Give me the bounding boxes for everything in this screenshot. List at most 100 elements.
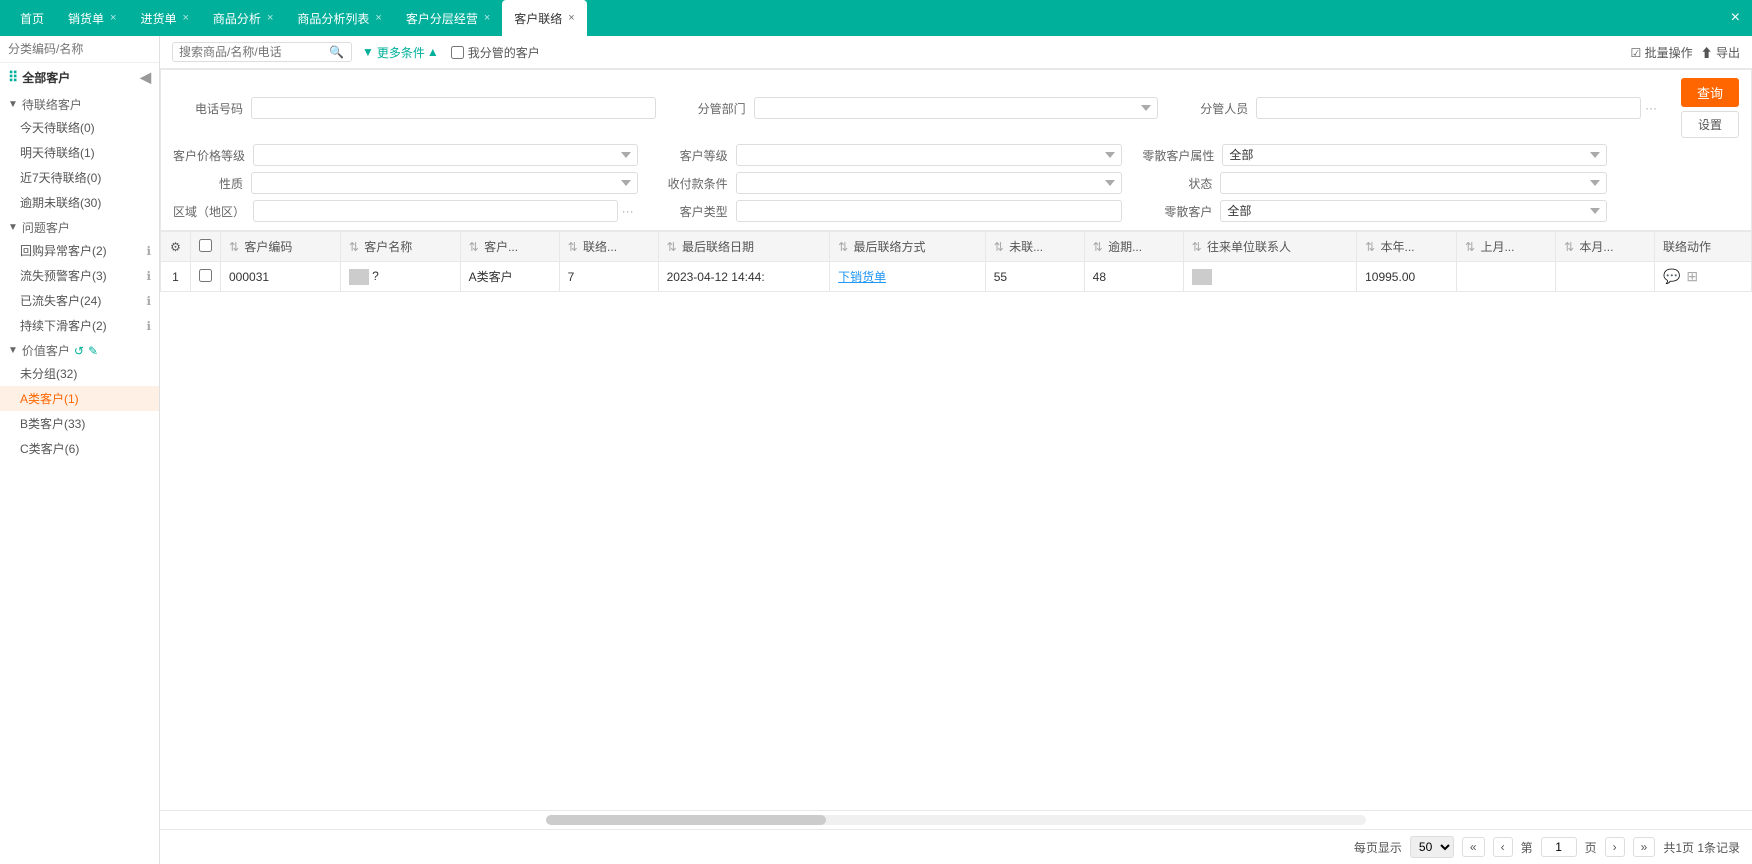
last-method-link[interactable]: 下销货单 xyxy=(838,270,886,284)
sort-tmonth-icon[interactable]: ⇅ xyxy=(1564,240,1574,254)
payment-select[interactable] xyxy=(736,172,1123,194)
page-number-input[interactable] xyxy=(1541,837,1577,857)
sidebar-item-7days[interactable]: 近7天待联络(0) xyxy=(0,165,159,190)
tab-home[interactable]: 首页 xyxy=(8,0,56,36)
close-analysis-list-tab[interactable]: × xyxy=(375,12,381,24)
query-button[interactable]: 查询 xyxy=(1681,78,1739,107)
customer-table: ⚙ ⇅ 客户编码 ⇅ 客户名称 xyxy=(160,231,1752,292)
row-checkbox[interactable] xyxy=(199,269,212,282)
refresh-icon[interactable]: ↺ xyxy=(74,344,84,358)
edit-value-icon[interactable]: ✎ xyxy=(88,344,98,358)
person-label: 分管人员 xyxy=(1178,100,1248,117)
customer-level-select[interactable] xyxy=(736,144,1123,166)
batch-ops-btn[interactable]: ☑ 批量操作 xyxy=(1631,44,1693,61)
main-search-input[interactable] xyxy=(179,45,329,59)
my-customers-checkbox[interactable]: 我分管的客户 xyxy=(451,44,540,61)
sort-contact-icon[interactable]: ⇅ xyxy=(568,240,578,254)
last-page-btn[interactable]: » xyxy=(1633,837,1656,857)
tab-analysis[interactable]: 商品分析 × xyxy=(201,0,285,36)
sort-lmonth-icon[interactable]: ⇅ xyxy=(1465,240,1475,254)
person-input[interactable] xyxy=(1256,97,1641,119)
sidebar-item-class-a[interactable]: A类客户(1) xyxy=(0,386,159,411)
dept-select[interactable] xyxy=(754,97,1159,119)
person-dots-icon[interactable]: ··· xyxy=(1641,101,1661,115)
customer-type-input[interactable] xyxy=(736,200,1123,222)
per-page-label: 每页显示 xyxy=(1354,839,1402,856)
sort-uncontacted-icon[interactable]: ⇅ xyxy=(994,240,1004,254)
collapse-sidebar-icon[interactable]: ◀ xyxy=(140,69,151,86)
content-area: 🔍 ▼ 更多条件 ▲ 我分管的客户 ☑ 批量操作 ⬆ 导出 xyxy=(160,36,1752,864)
value-arrow-icon: ▼ xyxy=(8,345,18,356)
sidebar-item-unclassified[interactable]: 未分组(32) xyxy=(0,361,159,386)
sort-name-icon[interactable]: ⇅ xyxy=(349,240,359,254)
gear-icon[interactable]: ⚙ xyxy=(170,240,181,254)
first-page-btn[interactable]: « xyxy=(1462,837,1485,857)
select-all-checkbox[interactable] xyxy=(199,239,212,252)
sort-unit-icon[interactable]: ⇅ xyxy=(1192,240,1202,254)
sort-last-date-icon[interactable]: ⇅ xyxy=(667,240,677,254)
th-this-year: ⇅ 本年... xyxy=(1357,232,1457,262)
tab-analysis-list[interactable]: 商品分析列表 × xyxy=(285,0,393,36)
window-close-button[interactable]: × xyxy=(1731,9,1740,27)
close-sales-tab[interactable]: × xyxy=(110,12,116,24)
tab-purchase[interactable]: 进货单 × xyxy=(128,0,200,36)
sidebar-item-class-c[interactable]: C类客户(6) xyxy=(0,436,159,461)
table-row: 1 000031 ? A类客户 xyxy=(161,262,1752,292)
row-action-btns: 💬 ⊞ xyxy=(1663,268,1743,285)
export-btn[interactable]: ⬆ 导出 xyxy=(1701,44,1740,61)
retail-select[interactable]: 全部 xyxy=(1220,200,1607,222)
customer-table-wrap: ⚙ ⇅ 客户编码 ⇅ 客户名称 xyxy=(160,231,1752,810)
sidebar-item-churn-warning[interactable]: 流失预警客户(3) ℹ xyxy=(0,263,159,288)
price-level-select[interactable] xyxy=(253,144,638,166)
status-select[interactable] xyxy=(1220,172,1607,194)
th-last-date: ⇅ 最后联络日期 xyxy=(658,232,830,262)
sidebar-item-churned[interactable]: 已流失客户(24) ℹ xyxy=(0,288,159,313)
qr-action-btn[interactable]: ⊞ xyxy=(1686,268,1698,285)
nature-select[interactable] xyxy=(251,172,638,194)
sort-year-icon[interactable]: ⇅ xyxy=(1365,240,1375,254)
sidebar-search-input[interactable] xyxy=(8,42,160,56)
retail-attr-filter: 零散客户属性 全部 xyxy=(1142,144,1607,166)
query-actions: 查询 设置 xyxy=(1673,78,1739,138)
per-page-select[interactable]: 50 xyxy=(1410,836,1454,858)
sort-overdue-icon[interactable]: ⇅ xyxy=(1093,240,1103,254)
sidebar-item-today[interactable]: 今天待联络(0) xyxy=(0,115,159,140)
sidebar-item-overdue[interactable]: 逾期未联络(30) xyxy=(0,190,159,215)
all-customers-header[interactable]: ⠿ 全部客户 ◀ xyxy=(0,63,159,92)
sidebar-item-class-b[interactable]: B类客户(33) xyxy=(0,411,159,436)
close-analysis-tab[interactable]: × xyxy=(267,12,273,24)
more-conditions-btn[interactable]: ▼ 更多条件 ▲ xyxy=(362,44,439,61)
dots-icon: ⠿ xyxy=(8,69,18,86)
phone-input[interactable] xyxy=(251,97,656,119)
sort-level-icon[interactable]: ⇅ xyxy=(469,240,479,254)
td-row-actions: 💬 ⊞ xyxy=(1654,262,1751,292)
sort-last-method-icon[interactable]: ⇅ xyxy=(838,240,848,254)
prev-page-btn[interactable]: ‹ xyxy=(1493,837,1513,857)
retail-attr-select[interactable]: 全部 xyxy=(1222,144,1607,166)
close-contact-tab[interactable]: × xyxy=(568,12,574,24)
region-dots-icon[interactable]: ··· xyxy=(618,204,638,218)
name-color-block xyxy=(349,269,369,285)
close-purchase-tab[interactable]: × xyxy=(182,12,188,24)
settings-button[interactable]: 设置 xyxy=(1681,111,1739,138)
unit-color-block xyxy=(1192,269,1212,285)
sidebar-item-tomorrow[interactable]: 明天待联络(1) xyxy=(0,140,159,165)
tab-sales[interactable]: 销货单 × xyxy=(56,0,128,36)
close-segment-tab[interactable]: × xyxy=(484,12,490,24)
filter-icon: ▼ xyxy=(362,45,374,59)
tab-customer-contact[interactable]: 客户联络 × xyxy=(502,0,586,36)
horizontal-scrollbar[interactable] xyxy=(546,815,1366,825)
sidebar-item-declining[interactable]: 持续下滑客户(2) ℹ xyxy=(0,313,159,338)
sort-code-icon[interactable]: ⇅ xyxy=(229,240,239,254)
my-customers-check[interactable] xyxy=(451,46,464,59)
next-page-btn[interactable]: › xyxy=(1605,837,1625,857)
scrollbar-thumb[interactable] xyxy=(546,815,826,825)
sidebar-item-repurchase[interactable]: 回购异常客户(2) ℹ xyxy=(0,238,159,263)
region-input[interactable] xyxy=(253,200,618,222)
main-layout: 🔍 ⠿ 全部客户 ◀ ▼ 待联络客户 今天待联络(0) 明天待联络(1) 近7天… xyxy=(0,36,1752,864)
td-overdue: 48 xyxy=(1084,262,1183,292)
chat-action-btn[interactable]: 💬 xyxy=(1663,268,1680,285)
customer-level-label: 客户等级 xyxy=(658,147,728,164)
info-declining-icon: ℹ xyxy=(146,319,151,333)
tab-customer-segment[interactable]: 客户分层经营 × xyxy=(394,0,502,36)
